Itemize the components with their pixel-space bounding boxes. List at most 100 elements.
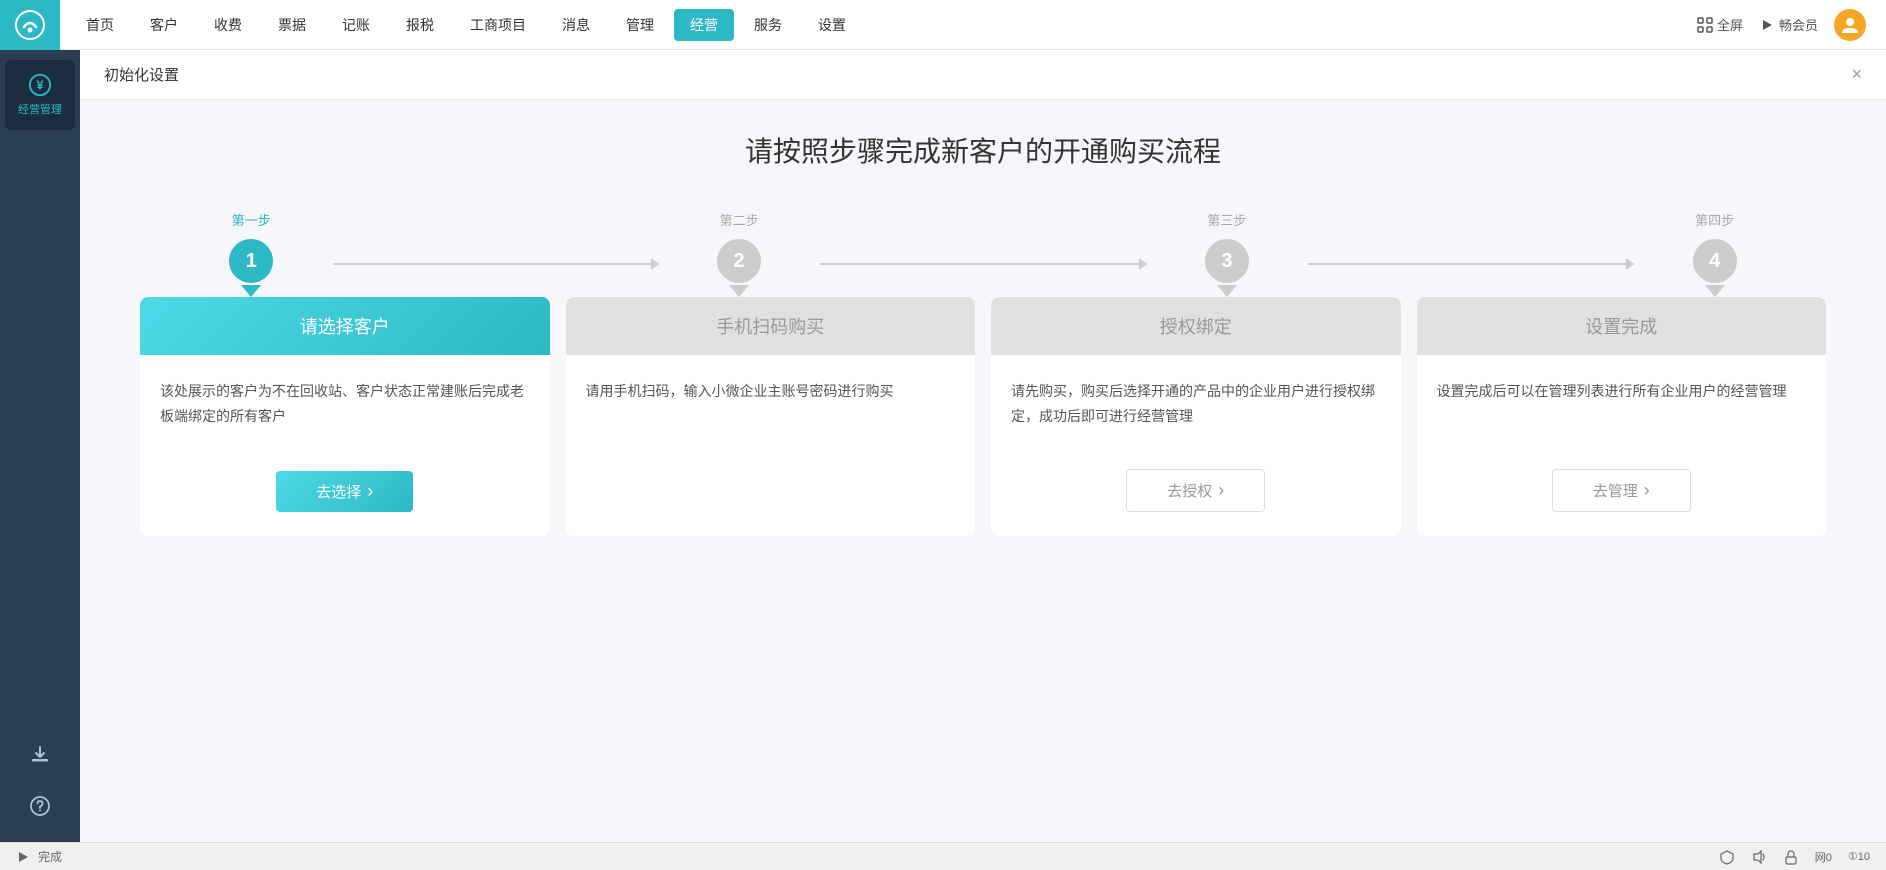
nav-tax[interactable]: 报税: [390, 9, 450, 41]
play-icon-status: [16, 850, 30, 864]
yuan-icon: ¥: [28, 73, 52, 97]
step-card-4: 设置完成 设置完成后可以在管理列表进行所有企业用户的经营管理 去管理 ›: [1417, 297, 1827, 536]
lock-icon: [1783, 849, 1799, 865]
connector-1-2: [333, 263, 658, 265]
card-3-footer: 去授权 ›: [991, 453, 1401, 536]
card-3-text: 请先购买，购买后选择开通的产品中的企业用户进行授权绑定，成功后即可进行经营管理: [1011, 383, 1375, 424]
close-button[interactable]: ×: [1851, 64, 1862, 85]
step-1-pointer: [241, 285, 261, 297]
page-title: 初始化设置: [104, 64, 179, 85]
status-bar: 完成 网0 ①10: [0, 842, 1886, 870]
go-auth-arrow: ›: [1218, 480, 1224, 501]
card-3-body: 请先购买，购买后选择开通的产品中的企业用户进行授权绑定，成功后即可进行经营管理: [991, 355, 1401, 453]
step-3-circle: 3: [1205, 239, 1249, 283]
card-4-title: 设置完成: [1585, 317, 1657, 337]
go-manage-label: 去管理: [1593, 480, 1638, 501]
nav-home[interactable]: 首页: [70, 9, 130, 41]
fullscreen-button[interactable]: 全屏: [1697, 15, 1743, 34]
download-button[interactable]: [20, 734, 60, 774]
card-2-body: 请用手机扫码，输入小微企业主账号密码进行购买: [566, 355, 976, 496]
card-1-body: 该处展示的客户为不在回收站、客户状态正常建账后完成老板端绑定的所有客户: [140, 355, 550, 455]
nav-customer[interactable]: 客户: [134, 9, 194, 41]
sidebar-item-operation[interactable]: ¥ 经营管理: [5, 60, 75, 130]
step-3-pointer: [1217, 285, 1237, 297]
card-4-footer: 去管理 ›: [1417, 453, 1827, 536]
step-1-header: 第一步 1: [170, 210, 333, 297]
support-button[interactable]: [20, 786, 60, 826]
step-card-1: 请选择客户 该处展示的客户为不在回收站、客户状态正常建账后完成老板端绑定的所有客…: [140, 297, 550, 536]
shield-icon: [1719, 849, 1735, 865]
go-auth-button[interactable]: 去授权 ›: [1126, 469, 1265, 512]
nav-accounting[interactable]: 记账: [326, 9, 386, 41]
download-icon: [29, 743, 51, 765]
content-area: 请按照步骤完成新客户的开通购买流程 第一步 1: [80, 100, 1886, 566]
top-navigation: 首页 客户 收费 票据 记账 报税 工商项目 消息 管理 经营 服务 设置 全屏…: [0, 0, 1886, 50]
connector-arrow-2: [1139, 258, 1147, 270]
cards-row: 请选择客户 该处展示的客户为不在回收站、客户状态正常建账后完成老板端绑定的所有客…: [120, 297, 1846, 536]
nav-settings[interactable]: 设置: [802, 9, 862, 41]
step-4-pointer: [1705, 285, 1725, 297]
volume-icon: [1751, 849, 1767, 865]
sidebar: ¥ 经营管理: [0, 50, 80, 842]
nav-message[interactable]: 消息: [546, 9, 606, 41]
avatar-icon: [1840, 15, 1860, 35]
card-4-text: 设置完成后可以在管理列表进行所有企业用户的经营管理: [1437, 383, 1787, 399]
step-2-pointer: [729, 285, 749, 297]
nav-billing[interactable]: 收费: [198, 9, 258, 41]
main-layout: ¥ 经营管理 初始化设置 ×: [0, 50, 1886, 842]
card-1-text: 该处展示的客户为不在回收站、客户状态正常建账后完成老板端绑定的所有客户: [160, 383, 524, 424]
go-select-label: 去选择: [316, 481, 361, 502]
main-content: 初始化设置 × 请按照步骤完成新客户的开通购买流程 第一步 1: [80, 50, 1886, 842]
connector-arrow-3: [1626, 258, 1634, 270]
go-auth-label: 去授权: [1167, 480, 1212, 501]
vip-label: 畅会员: [1779, 15, 1818, 34]
connector-arrow-1: [651, 258, 659, 270]
app-logo: [0, 0, 60, 50]
avatar[interactable]: [1834, 9, 1866, 41]
nav-invoice[interactable]: 票据: [262, 9, 322, 41]
svg-text:¥: ¥: [36, 78, 44, 93]
step-1-circle: 1: [229, 239, 273, 283]
step-3-header: 第三步 3: [1146, 210, 1309, 297]
card-1-header: 请选择客户: [140, 297, 550, 355]
go-manage-button[interactable]: 去管理 ›: [1552, 469, 1691, 512]
status-label: 完成: [38, 848, 62, 865]
vip-button[interactable]: 畅会员: [1759, 15, 1818, 34]
step-2-circle: 2: [717, 239, 761, 283]
card-3-title: 授权绑定: [1160, 317, 1232, 337]
nav-manage[interactable]: 管理: [610, 9, 670, 41]
page-header: 初始化设置 ×: [80, 50, 1886, 100]
card-2-footer: [566, 496, 976, 536]
step-card-3: 授权绑定 请先购买，购买后选择开通的产品中的企业用户进行授权绑定，成功后即可进行…: [991, 297, 1401, 536]
steps-header: 第一步 1 第二步 2: [120, 210, 1846, 297]
step-4-header: 第四步 4: [1633, 210, 1796, 297]
connector-3-4: [1308, 263, 1633, 265]
fullscreen-label: 全屏: [1717, 15, 1743, 34]
card-4-header: 设置完成: [1417, 297, 1827, 355]
card-1-footer: 去选择 ›: [140, 455, 550, 536]
sidebar-bottom: [20, 734, 60, 842]
nav-operation[interactable]: 经营: [674, 9, 734, 41]
nav-menu: 首页 客户 收费 票据 记账 报税 工商项目 消息 管理 经营 服务 设置: [70, 9, 1697, 41]
play-icon: [1759, 17, 1775, 33]
fullscreen-icon: [1697, 17, 1713, 33]
step-2-label: 第二步: [720, 210, 759, 229]
nav-service[interactable]: 服务: [738, 9, 798, 41]
status-bar-right: 网0 ①10: [1719, 849, 1870, 865]
connector-2-3: [820, 263, 1145, 265]
go-select-button[interactable]: 去选择 ›: [276, 471, 413, 512]
nav-business[interactable]: 工商项目: [454, 9, 542, 41]
step-4-label: 第四步: [1695, 210, 1734, 229]
step-1-label: 第一步: [232, 210, 271, 229]
support-icon: [29, 795, 51, 817]
nav-right-area: 全屏 畅会员: [1697, 9, 1866, 41]
card-3-header: 授权绑定: [991, 297, 1401, 355]
step-4-circle: 4: [1693, 239, 1737, 283]
network-status: 网0: [1815, 849, 1832, 865]
time-status: ①10: [1848, 850, 1870, 863]
card-2-header: 手机扫码购买: [566, 297, 976, 355]
step-3-label: 第三步: [1207, 210, 1246, 229]
card-2-title: 手机扫码购买: [716, 317, 824, 337]
go-manage-arrow: ›: [1644, 480, 1650, 501]
main-heading: 请按照步骤完成新客户的开通购买流程: [120, 130, 1846, 170]
